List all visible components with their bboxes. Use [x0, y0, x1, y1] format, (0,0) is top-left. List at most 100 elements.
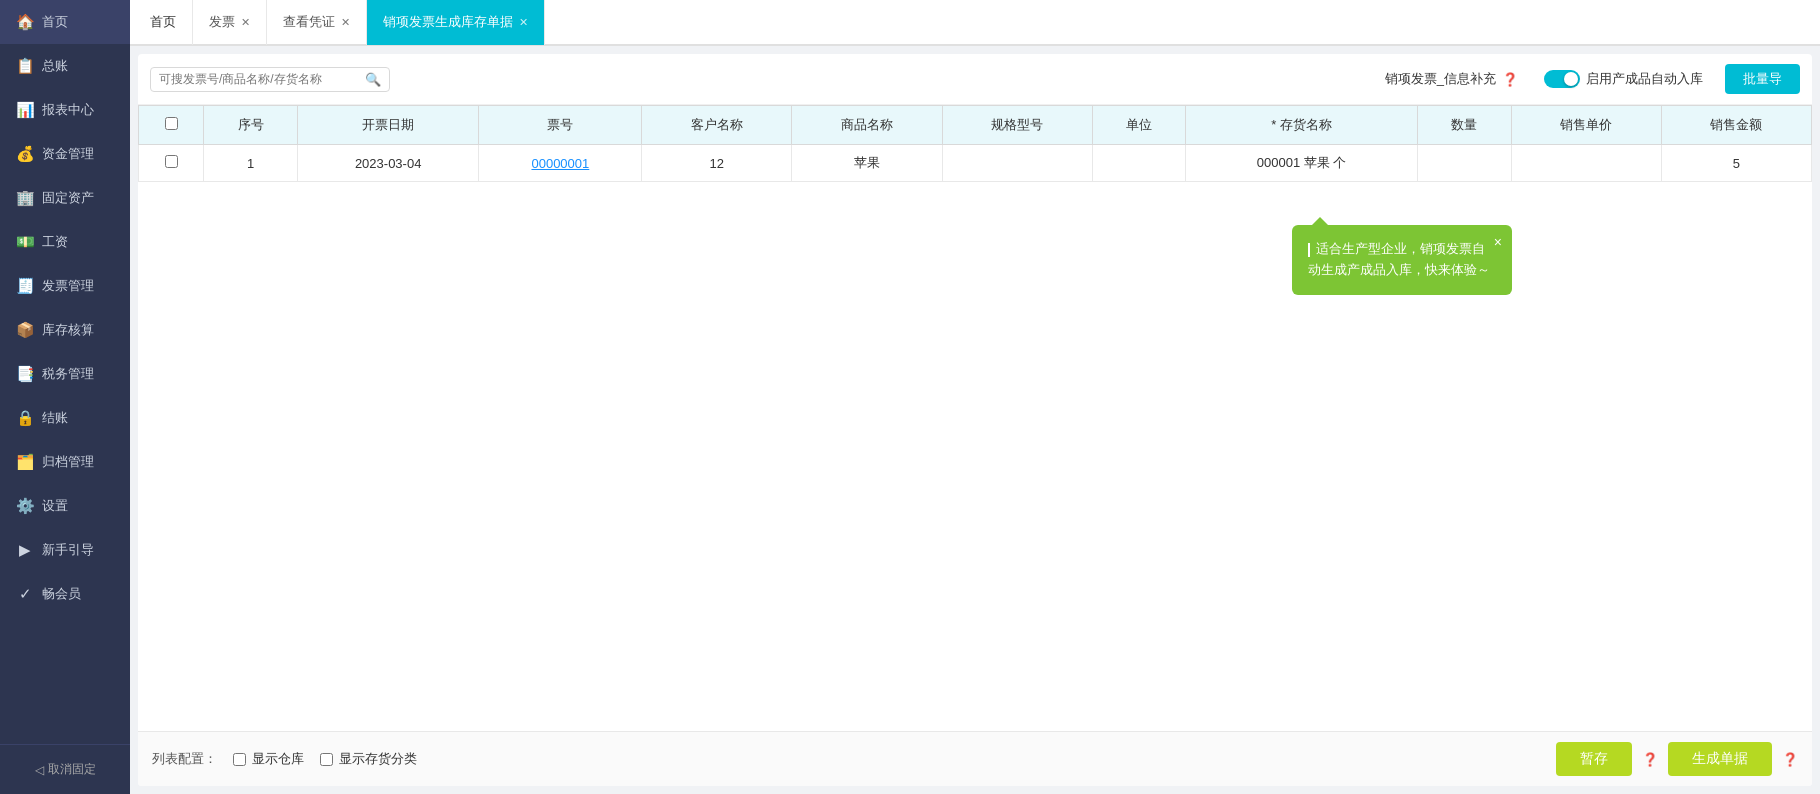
- config-label: 列表配置：: [152, 750, 217, 768]
- info-help-icon[interactable]: ❓: [1502, 72, 1518, 87]
- cell-qty: [1418, 145, 1512, 182]
- cell-unit: [1092, 145, 1186, 182]
- show-warehouse-group: 显示仓库: [233, 750, 304, 768]
- tooltip-close-icon[interactable]: ×: [1494, 231, 1502, 253]
- cell-spec: [942, 145, 1092, 182]
- unpin-icon: ◁: [35, 763, 44, 777]
- bottom-bar: 列表配置： 显示仓库 显示存货分类 暂存 ❓ 生成单据 ❓: [138, 731, 1812, 786]
- sidebar-item-home[interactable]: 🏠 首页: [0, 0, 130, 44]
- cell-customer: 12: [642, 145, 792, 182]
- toggle-label: 启用产成品自动入库: [1586, 70, 1703, 88]
- sidebar-label-archive: 归档管理: [42, 453, 94, 471]
- select-all-checkbox[interactable]: [165, 117, 178, 130]
- sidebar-item-closing[interactable]: 🔒结账: [0, 396, 130, 440]
- tab-close-cancel-invoice-storage[interactable]: ✕: [519, 16, 528, 29]
- tab-cancel-invoice-storage[interactable]: 销项发票生成库存单据 ✕: [367, 0, 545, 45]
- sidebar-icon-inventory: 📦: [16, 321, 34, 339]
- sidebar-item-fund-management[interactable]: 💰资金管理: [0, 132, 130, 176]
- table-row: 12023-03-040000000112苹果 000001 苹果 个 5: [139, 145, 1812, 182]
- sidebar-icon-invoice-management: 🧾: [16, 277, 34, 295]
- col-header-spec: 规格型号: [942, 106, 1092, 145]
- unpin-button[interactable]: ◁ 取消固定: [0, 755, 130, 784]
- tooltip-cursor: [1308, 243, 1310, 257]
- cell-product_name: 苹果: [792, 145, 942, 182]
- sidebar-label-inventory: 库存核算: [42, 321, 94, 339]
- cell-seq: 1: [204, 145, 298, 182]
- cell-ticket_no[interactable]: 00000001: [479, 145, 642, 182]
- sidebar-item-fixed-assets[interactable]: 🏢固定资产: [0, 176, 130, 220]
- sidebar-item-vip[interactable]: ✓畅会员: [0, 572, 130, 616]
- cell-unit_price: [1511, 145, 1661, 182]
- sidebar-item-guide[interactable]: ▶ 新手引导: [0, 528, 130, 572]
- sidebar-label-general-ledger: 总账: [42, 57, 68, 75]
- sidebar-icon-general-ledger: 📋: [16, 57, 34, 75]
- sidebar-item-reports[interactable]: 📊 报表中心: [0, 88, 130, 132]
- sidebar-item-settings[interactable]: ⚙️设置: [0, 484, 130, 528]
- sidebar-label-home: 首页: [42, 13, 68, 31]
- tab-close-view-voucher[interactable]: ✕: [341, 16, 350, 29]
- col-header-product_name: 商品名称: [792, 106, 942, 145]
- col-header-date: 开票日期: [297, 106, 479, 145]
- sidebar-item-invoice-management[interactable]: 🧾 发票管理: [0, 264, 130, 308]
- sidebar-label-invoice-management: 发票管理: [42, 277, 94, 295]
- tooltip-text: 适合生产型企业，销项发票自动生成产成品入库，快来体验～: [1308, 241, 1490, 277]
- search-box[interactable]: 🔍: [150, 67, 390, 92]
- show-warehouse-checkbox[interactable]: [233, 753, 246, 766]
- tooltip-box: 适合生产型企业，销项发票自动生成产成品入库，快来体验～ ×: [1292, 225, 1512, 295]
- auto-storage-toggle[interactable]: [1544, 70, 1580, 88]
- sidebar-item-payroll[interactable]: 💵 工资: [0, 220, 130, 264]
- tab-home[interactable]: 首页: [134, 0, 193, 45]
- search-input[interactable]: [159, 72, 359, 86]
- sidebar-label-reports: 报表中心: [42, 101, 94, 119]
- tab-invoice[interactable]: 发票✕: [193, 0, 267, 45]
- show-category-checkbox[interactable]: [320, 753, 333, 766]
- batch-button[interactable]: 批量导: [1725, 64, 1800, 94]
- show-category-group: 显示存货分类: [320, 750, 417, 768]
- unpin-label: 取消固定: [48, 761, 96, 778]
- sidebar-bottom: ◁ 取消固定: [0, 744, 130, 794]
- tab-label-view-voucher: 查看凭证: [283, 13, 335, 31]
- toggle-group: 启用产成品自动入库: [1544, 70, 1703, 88]
- toolbar: 🔍 销项发票_信息补充 ❓ 启用产成品自动入库 批量导: [138, 54, 1812, 105]
- generate-help-icon[interactable]: ❓: [1782, 752, 1798, 767]
- sidebar-item-general-ledger[interactable]: 📋 总账: [0, 44, 130, 88]
- cell-checkbox: [139, 145, 204, 182]
- col-header-customer: 客户名称: [642, 106, 792, 145]
- tab-close-invoice[interactable]: ✕: [241, 16, 250, 29]
- sidebar-label-closing: 结账: [42, 409, 68, 427]
- sidebar-icon-settings: ⚙️: [16, 497, 34, 515]
- col-header-unit: 单位: [1092, 106, 1186, 145]
- sidebar-icon-tax-management: 📑: [16, 365, 34, 383]
- sidebar-label-payroll: 工资: [42, 233, 68, 251]
- show-warehouse-label: 显示仓库: [252, 750, 304, 768]
- table-wrapper: 序号开票日期票号客户名称商品名称规格型号单位* 存货名称数量销售单价销售金额 1…: [138, 105, 1812, 731]
- sidebar-item-tax-management[interactable]: 📑税务管理: [0, 352, 130, 396]
- col-header-unit_price: 销售单价: [1511, 106, 1661, 145]
- cell-amount: 5: [1661, 145, 1811, 182]
- save-button[interactable]: 暂存: [1556, 742, 1632, 776]
- col-header-inventory: * 存货名称: [1186, 106, 1418, 145]
- toolbar-center: 销项发票_信息补充 ❓ 启用产成品自动入库 批量导: [1385, 64, 1800, 94]
- tab-label-cancel-invoice-storage: 销项发票生成库存单据: [383, 13, 513, 31]
- sidebar-item-archive[interactable]: 🗂️归档管理: [0, 440, 130, 484]
- sidebar-icon-home: 🏠: [16, 13, 34, 31]
- cell-inventory: 000001 苹果 个: [1186, 145, 1418, 182]
- sidebar: 🏠 首页 📋 总账 📊 报表中心 💰资金管理🏢固定资产 💵 工资 🧾 发票管理 📦 库存核算 📑税务管理🔒…: [0, 0, 130, 794]
- search-icon: 🔍: [365, 72, 381, 87]
- sidebar-item-inventory[interactable]: 📦 库存核算: [0, 308, 130, 352]
- sidebar-label-vip: 畅会员: [42, 585, 81, 603]
- save-help-icon[interactable]: ❓: [1642, 752, 1658, 767]
- generate-button[interactable]: 生成单据: [1668, 742, 1772, 776]
- tab-label-home: 首页: [150, 13, 176, 31]
- sidebar-label-fixed-assets: 固定资产: [42, 189, 94, 207]
- sidebar-icon-guide: ▶: [16, 541, 34, 559]
- sidebar-icon-reports: 📊: [16, 101, 34, 119]
- cell-date: 2023-03-04: [297, 145, 479, 182]
- row-checkbox[interactable]: [165, 155, 178, 168]
- col-header-seq: 序号: [204, 106, 298, 145]
- sidebar-icon-payroll: 💵: [16, 233, 34, 251]
- main-area: 首页发票✕ 查看凭证 ✕ 销项发票生成库存单据 ✕ 🔍 销项发票_信息补充 ❓ 启用产成…: [130, 0, 1820, 794]
- sidebar-label-guide: 新手引导: [42, 541, 94, 559]
- tab-view-voucher[interactable]: 查看凭证 ✕: [267, 0, 367, 45]
- data-table: 序号开票日期票号客户名称商品名称规格型号单位* 存货名称数量销售单价销售金额 1…: [138, 105, 1812, 182]
